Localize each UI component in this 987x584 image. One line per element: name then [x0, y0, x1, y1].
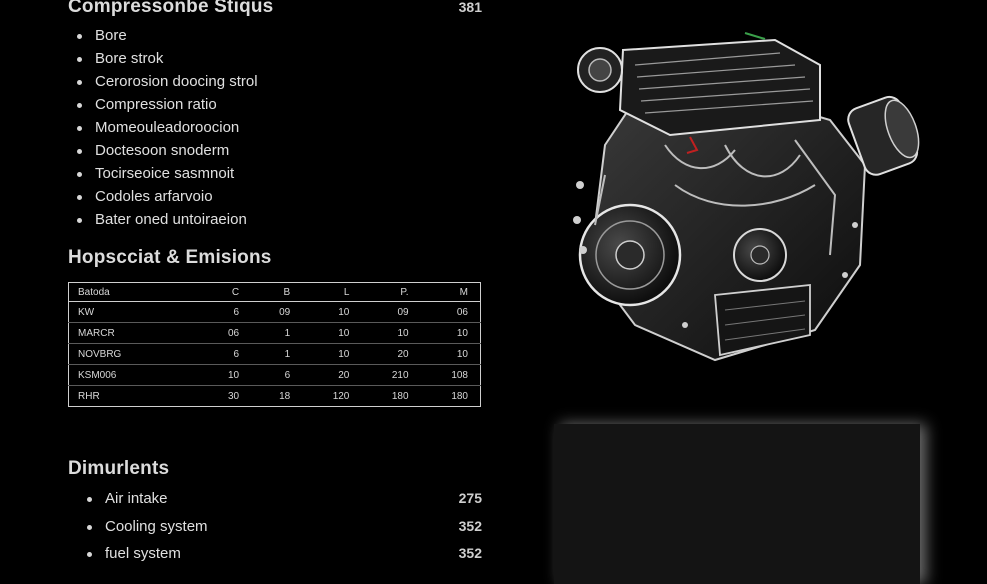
- table-cell: 06: [420, 301, 481, 323]
- table-cell: 10: [200, 364, 252, 386]
- dimensions-title: Dimurlents: [68, 458, 170, 479]
- column-header: P.: [361, 282, 421, 302]
- item-label: Air intake: [105, 490, 168, 507]
- spec-header: Compressonbe Stiqus 381: [68, 0, 482, 18]
- table-cell: 10: [420, 343, 481, 365]
- table-row: KW 6 09 10 09 06: [68, 301, 481, 323]
- list-item: Tocirseoice sasmnoit: [68, 162, 482, 185]
- valve-cover: [618, 38, 821, 137]
- list-item: Momeouleadoroocion: [68, 116, 482, 139]
- column-header: C: [200, 282, 252, 302]
- list-item: Cerorosion doocing strol: [68, 70, 482, 93]
- table-cell: 10: [302, 322, 362, 344]
- list-item: Doctesoon snoderm: [68, 139, 482, 162]
- item-value: 352: [458, 517, 482, 534]
- table-cell: 108: [420, 364, 481, 386]
- list-item: Compression ratio: [68, 93, 482, 116]
- spec-title: Compressonbe Stiqus: [68, 0, 274, 17]
- table-cell: 20: [361, 343, 421, 365]
- column-header: B: [251, 282, 303, 302]
- table-cell: 10: [420, 322, 481, 344]
- item-label: Cooling system: [105, 517, 208, 535]
- table-cell: 180: [391, 390, 409, 402]
- list-item: Bore: [68, 24, 482, 47]
- table-cell: 10: [302, 301, 362, 323]
- table-cell: 09: [251, 301, 303, 323]
- page-number: 381: [458, 0, 482, 15]
- table-row: MARCR 06 1 10 10 10: [68, 322, 481, 344]
- dimensions-list: Air intake 275 Cooling system 352 fuel s…: [68, 485, 482, 568]
- table-cell: 09: [361, 301, 421, 323]
- column-header: M: [420, 282, 481, 302]
- dimensions-section: Dimurlents Air intake 275 Cooling system…: [68, 458, 482, 568]
- table-cell: RHR: [78, 390, 100, 402]
- item-value: 275: [458, 490, 482, 506]
- emissions-title: Hopscciat & Emisions: [68, 247, 272, 268]
- table-cell: 6: [200, 301, 252, 323]
- table-cell: 210: [361, 364, 421, 386]
- item-value: 352: [458, 545, 482, 561]
- spec-section: Compressonbe Stiqus 381 Bore Bore strok …: [68, 0, 482, 231]
- engine-illustration: [573, 32, 920, 362]
- table-row: KSM006 10 6 20 210 108: [68, 364, 481, 386]
- table-cell: 120: [332, 390, 350, 402]
- column-header: L: [302, 282, 362, 302]
- table-cell: 18: [279, 390, 291, 402]
- table-cell: MARCR: [68, 322, 200, 344]
- emissions-section: Hopscciat & Emisions: [68, 247, 482, 269]
- table-header-row: Batoda C B L P. M: [68, 282, 481, 302]
- list-item: fuel system 352: [68, 540, 482, 568]
- table-cell: NOVBRG: [68, 343, 200, 365]
- column-header: Batoda: [68, 282, 200, 302]
- table-cell: 1: [251, 343, 303, 365]
- list-item: Codoles arfarvoio: [68, 185, 482, 208]
- table-row: NOVBRG 6 1 10 20 10: [68, 343, 481, 365]
- table-row: RHR 30 18 120 180 180: [69, 386, 481, 407]
- emissions-table: Batoda C B L P. M KW 6 09 10 09 06 MARCR…: [68, 282, 481, 407]
- table-cell: 30: [227, 390, 240, 402]
- table-cell: 06: [200, 322, 252, 344]
- table-cell: 20: [302, 364, 362, 386]
- dark-panel: [554, 424, 920, 584]
- table-cell: KW: [68, 301, 200, 323]
- list-item: Cooling system 352: [68, 513, 482, 541]
- table-cell: 6: [251, 364, 303, 386]
- table-cell: 10: [361, 322, 421, 344]
- table-cell: 6: [200, 343, 252, 365]
- item-label: fuel system: [105, 545, 181, 562]
- table-cell: KSM006: [68, 364, 200, 386]
- table-cell: 180: [451, 390, 468, 402]
- list-item: Bore strok: [68, 47, 482, 70]
- table-cell: 1: [251, 322, 303, 344]
- list-item: Air intake 275: [68, 485, 482, 513]
- list-item: Bater oned untoiraeion: [68, 208, 482, 231]
- spec-list: Bore Bore strok Cerorosion doocing strol…: [68, 24, 482, 231]
- table-cell: 10: [302, 343, 362, 365]
